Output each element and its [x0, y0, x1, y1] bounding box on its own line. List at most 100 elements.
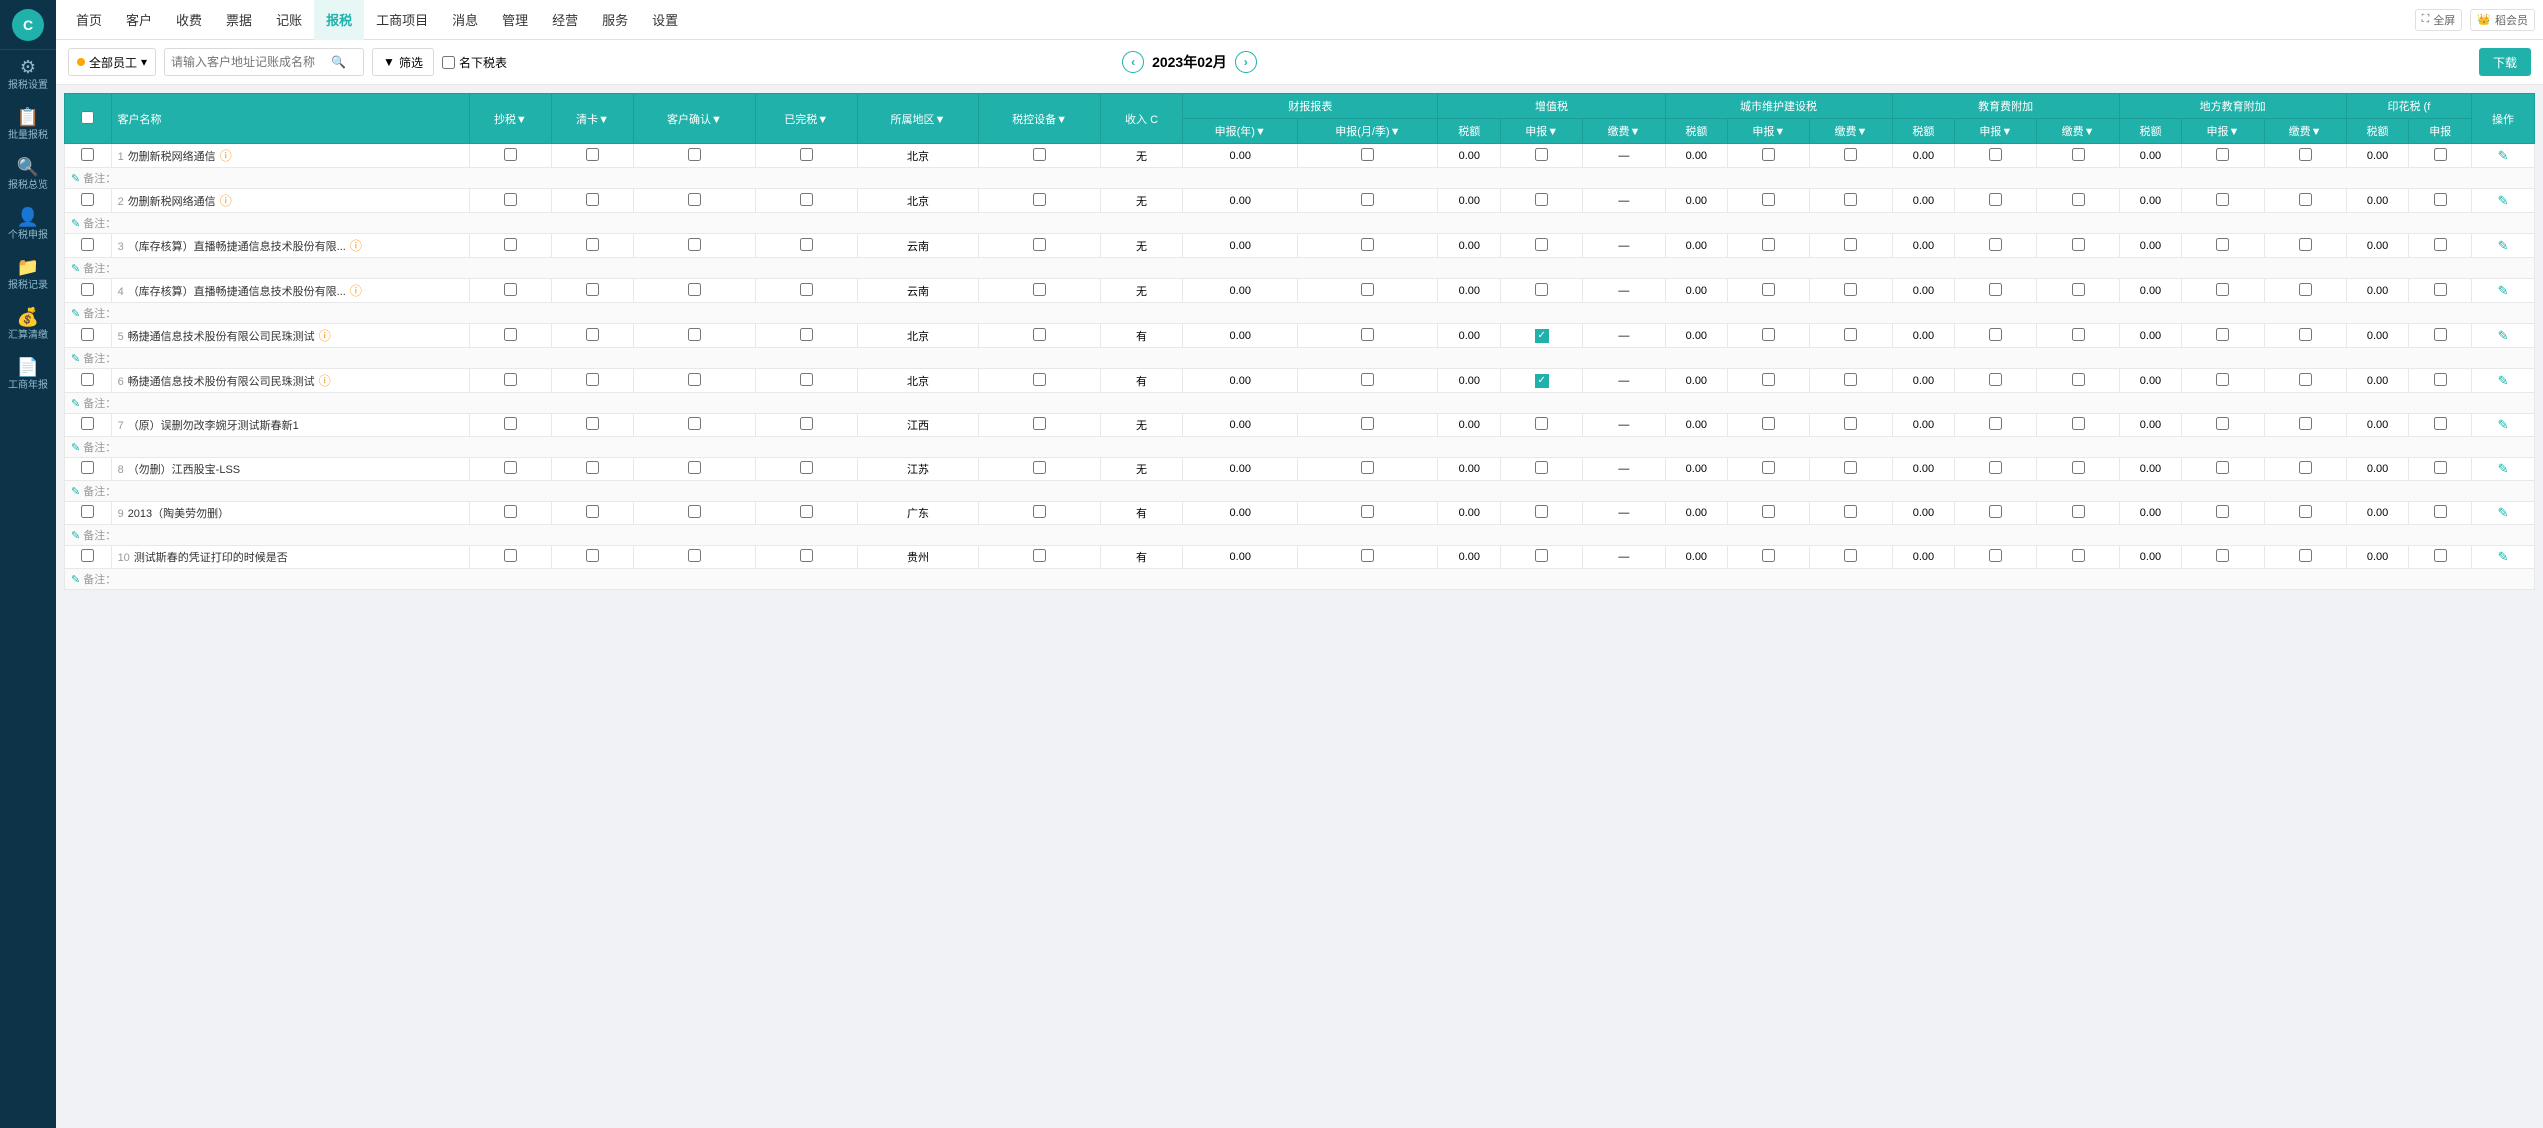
client-confirm-checkbox[interactable]: [688, 461, 701, 474]
tax-paid-checkbox[interactable]: [800, 283, 813, 296]
edit-icon[interactable]: ✎: [2498, 373, 2509, 388]
name-table-checkbox[interactable]: [442, 56, 455, 69]
tax-paid-checkbox[interactable]: [800, 417, 813, 430]
monthly-report-checkbox[interactable]: [1361, 238, 1374, 251]
edit-icon[interactable]: ✎: [2498, 549, 2509, 564]
sidebar-item-annual-report[interactable]: 📄 工商年报: [0, 350, 56, 400]
stamp-declare-checkbox[interactable]: [2434, 148, 2447, 161]
city-declare-checkbox[interactable]: [1762, 283, 1775, 296]
note-edit-icon[interactable]: ✎: [71, 308, 80, 320]
monthly-report-checkbox[interactable]: [1361, 417, 1374, 430]
city-declare-checkbox[interactable]: [1762, 193, 1775, 206]
nav-invoice[interactable]: 票据: [214, 0, 264, 40]
clear-card-checkbox[interactable]: [586, 193, 599, 206]
local-edu-pay-checkbox[interactable]: [2299, 373, 2312, 386]
client-confirm-checkbox[interactable]: [688, 328, 701, 341]
note-edit-icon[interactable]: ✎: [71, 263, 80, 275]
local-edu-declare-checkbox[interactable]: [2216, 373, 2229, 386]
tax-device-checkbox[interactable]: [1033, 461, 1046, 474]
tax-device-checkbox[interactable]: [1033, 283, 1046, 296]
vip-btn[interactable]: 👑 稻会员: [2470, 9, 2535, 31]
local-edu-declare-checkbox[interactable]: [2216, 505, 2229, 518]
local-edu-declare-checkbox[interactable]: [2216, 283, 2229, 296]
monthly-report-checkbox[interactable]: [1361, 549, 1374, 562]
row-checkbox[interactable]: [81, 373, 94, 386]
client-confirm-checkbox[interactable]: [688, 549, 701, 562]
clear-card-checkbox[interactable]: [586, 549, 599, 562]
note-edit-icon[interactable]: ✎: [71, 218, 80, 230]
copy-tax-checkbox[interactable]: [504, 461, 517, 474]
edu-declare-checkbox[interactable]: [1989, 238, 2002, 251]
edu-pay-checkbox[interactable]: [2072, 283, 2085, 296]
edu-pay-checkbox[interactable]: [2072, 373, 2085, 386]
local-edu-pay-checkbox[interactable]: [2299, 417, 2312, 430]
local-edu-declare-checkbox[interactable]: [2216, 417, 2229, 430]
edu-declare-checkbox[interactable]: [1989, 193, 2002, 206]
city-declare-checkbox[interactable]: [1762, 417, 1775, 430]
local-edu-declare-checkbox[interactable]: [2216, 328, 2229, 341]
city-declare-checkbox[interactable]: [1762, 328, 1775, 341]
stamp-declare-checkbox[interactable]: [2434, 283, 2447, 296]
tax-device-checkbox[interactable]: [1033, 328, 1046, 341]
city-declare-checkbox[interactable]: [1762, 461, 1775, 474]
city-pay-checkbox[interactable]: [1844, 417, 1857, 430]
city-declare-checkbox[interactable]: [1762, 549, 1775, 562]
client-confirm-checkbox[interactable]: [688, 283, 701, 296]
client-confirm-checkbox[interactable]: [688, 148, 701, 161]
sidebar-item-tax-overview[interactable]: 🔍 报税总览: [0, 150, 56, 200]
edu-declare-checkbox[interactable]: [1989, 373, 2002, 386]
edu-pay-checkbox[interactable]: [2072, 505, 2085, 518]
edit-icon[interactable]: ✎: [2498, 193, 2509, 208]
edu-pay-checkbox[interactable]: [2072, 328, 2085, 341]
nav-manage[interactable]: 管理: [490, 0, 540, 40]
tax-paid-checkbox[interactable]: [800, 505, 813, 518]
edu-declare-checkbox[interactable]: [1989, 283, 2002, 296]
nav-message[interactable]: 消息: [440, 0, 490, 40]
clear-card-checkbox[interactable]: [586, 417, 599, 430]
edu-declare-checkbox[interactable]: [1989, 148, 2002, 161]
note-edit-icon[interactable]: ✎: [71, 398, 80, 410]
stamp-declare-checkbox[interactable]: [2434, 373, 2447, 386]
edit-icon[interactable]: ✎: [2498, 283, 2509, 298]
tax-device-checkbox[interactable]: [1033, 373, 1046, 386]
client-confirm-checkbox[interactable]: [688, 417, 701, 430]
vat-declare-checkbox[interactable]: [1535, 461, 1548, 474]
monthly-report-checkbox[interactable]: [1361, 505, 1374, 518]
stamp-declare-checkbox[interactable]: [2434, 417, 2447, 430]
client-confirm-checkbox[interactable]: [688, 193, 701, 206]
sidebar-item-annual-settlement[interactable]: 💰 汇算清缴: [0, 300, 56, 350]
employee-filter[interactable]: 全部员工 ▾: [68, 48, 156, 76]
client-confirm-checkbox[interactable]: [688, 505, 701, 518]
note-edit-icon[interactable]: ✎: [71, 173, 80, 185]
tax-device-checkbox[interactable]: [1033, 193, 1046, 206]
edit-icon[interactable]: ✎: [2498, 148, 2509, 163]
edu-pay-checkbox[interactable]: [2072, 461, 2085, 474]
edit-icon[interactable]: ✎: [2498, 238, 2509, 253]
copy-tax-checkbox[interactable]: [504, 328, 517, 341]
note-edit-icon[interactable]: ✎: [71, 486, 80, 498]
local-edu-pay-checkbox[interactable]: [2299, 238, 2312, 251]
tax-paid-checkbox[interactable]: [800, 148, 813, 161]
city-declare-checkbox[interactable]: [1762, 505, 1775, 518]
copy-tax-checkbox[interactable]: [504, 283, 517, 296]
vat-declare-checked[interactable]: ✓: [1535, 374, 1549, 388]
stamp-declare-checkbox[interactable]: [2434, 505, 2447, 518]
row-checkbox[interactable]: [81, 328, 94, 341]
checkbox-label-container[interactable]: 名下税表: [442, 54, 507, 71]
city-declare-checkbox[interactable]: [1762, 148, 1775, 161]
local-edu-declare-checkbox[interactable]: [2216, 238, 2229, 251]
edit-icon[interactable]: ✎: [2498, 505, 2509, 520]
edu-declare-checkbox[interactable]: [1989, 328, 2002, 341]
copy-tax-checkbox[interactable]: [504, 417, 517, 430]
copy-tax-checkbox[interactable]: [504, 148, 517, 161]
edit-icon[interactable]: ✎: [2498, 328, 2509, 343]
local-edu-declare-checkbox[interactable]: [2216, 549, 2229, 562]
stamp-declare-checkbox[interactable]: [2434, 461, 2447, 474]
tax-paid-checkbox[interactable]: [800, 373, 813, 386]
clear-card-checkbox[interactable]: [586, 328, 599, 341]
note-edit-icon[interactable]: ✎: [71, 530, 80, 542]
sidebar-item-personal-tax[interactable]: 👤 个税申报: [0, 200, 56, 250]
row-checkbox[interactable]: [81, 549, 94, 562]
local-edu-pay-checkbox[interactable]: [2299, 193, 2312, 206]
clear-card-checkbox[interactable]: [586, 505, 599, 518]
